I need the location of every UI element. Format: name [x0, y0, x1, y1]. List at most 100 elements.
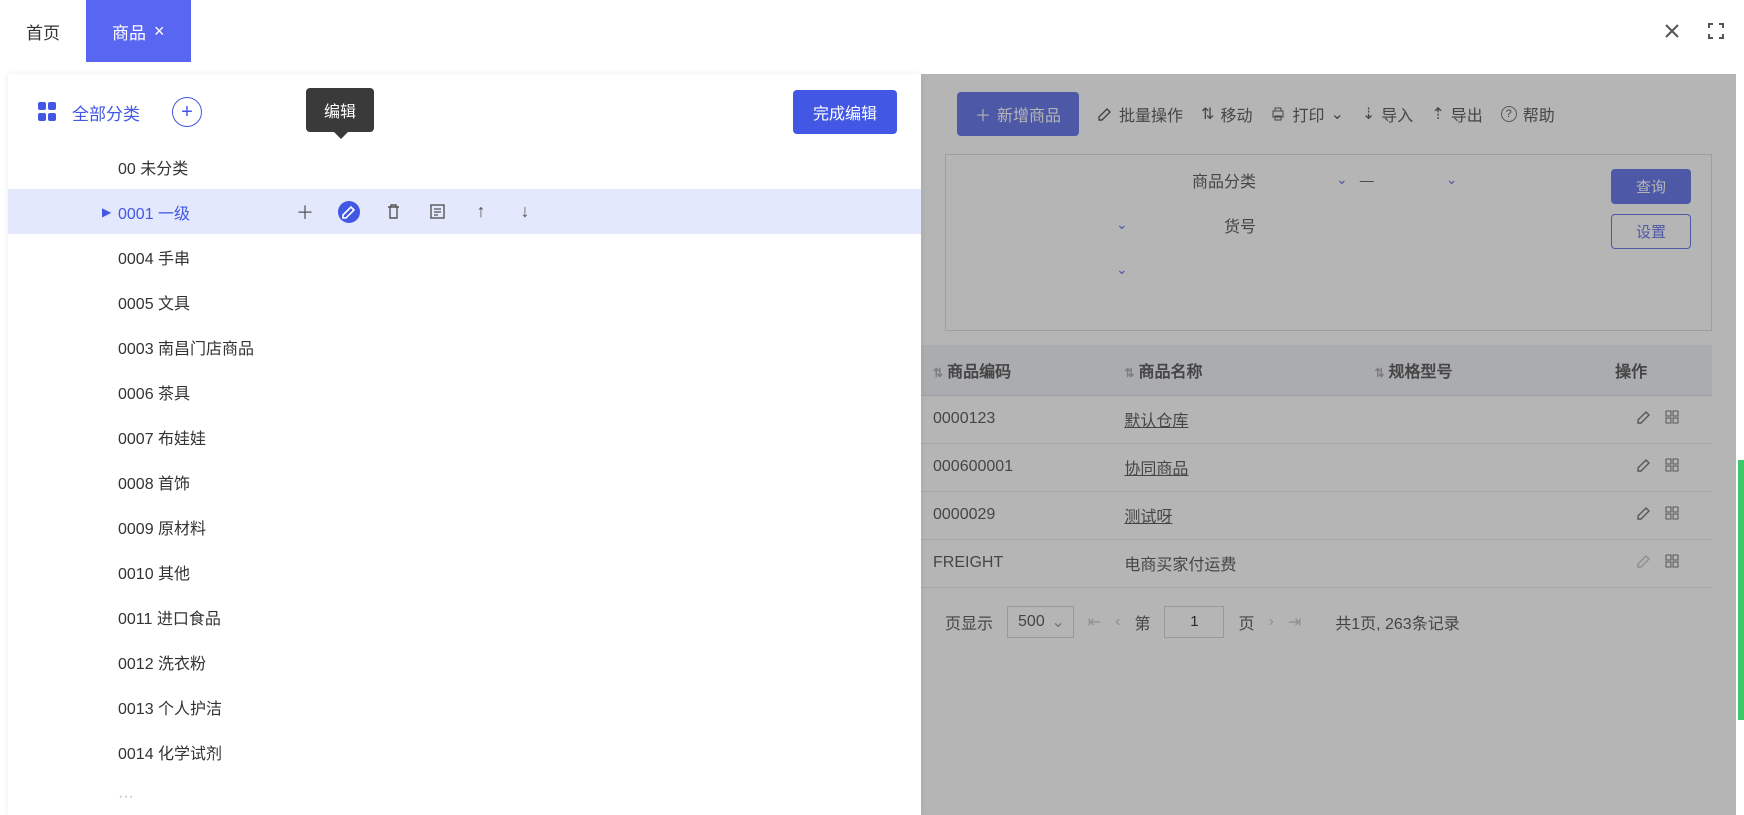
chevron-down-icon[interactable]: ⌄ — [1116, 261, 1128, 278]
toolbar-label: 移动 — [1220, 102, 1252, 126]
move-icon: ⇅ — [1201, 104, 1214, 124]
th-spec[interactable]: ⇅规格型号 — [1362, 345, 1550, 395]
print-button[interactable]: 打印 ⌄ — [1270, 102, 1343, 126]
toolbar-label: 批量操作 — [1119, 102, 1183, 126]
batch-operate-button[interactable]: 批量操作 — [1097, 102, 1183, 126]
category-item[interactable]: 0006 茶具 — [8, 369, 921, 414]
row-more-icon[interactable] — [1664, 553, 1680, 574]
cell-name: 协同商品 — [1112, 443, 1362, 491]
help-icon: ? — [1501, 106, 1517, 122]
edit-icon[interactable] — [338, 201, 360, 223]
category-item[interactable]: 00 未分类 — [8, 144, 921, 189]
category-item[interactable]: 0014 化学试剂 — [8, 729, 921, 774]
filter-label-itemno: 货号 — [1166, 213, 1266, 237]
chevron-down-icon: ⌄ — [1330, 104, 1343, 124]
product-name-text: 电商买家付运费 — [1124, 557, 1236, 574]
product-name-link[interactable]: 测试呀 — [1124, 509, 1172, 526]
product-name-link[interactable]: 默认仓库 — [1124, 413, 1188, 430]
row-edit-icon[interactable] — [1636, 553, 1652, 574]
category-item[interactable]: 0003 南昌门店商品 — [8, 324, 921, 369]
category-item[interactable]: 0012 洗衣粉 — [8, 639, 921, 684]
move-button[interactable]: ⇅ 移动 — [1201, 102, 1252, 126]
category-item[interactable]: 0008 首饰 — [8, 459, 921, 504]
import-button[interactable]: ⇣ 导入 — [1362, 102, 1413, 126]
product-table-wrap: ⇅商品编码 ⇅商品名称 ⇅规格型号 操作 0000123 默认仓库 00060000… — [921, 345, 1712, 588]
category-item-label: 0004 手串 — [118, 245, 190, 269]
product-page-background: ＋ 新增商品 批量操作 ⇅ 移动 打印 ⌄ ⇣ 导入 — [921, 74, 1736, 815]
fullscreen-button[interactable] — [1696, 11, 1736, 51]
last-page-icon[interactable]: ⇥ — [1288, 612, 1301, 632]
toolbar-label: 导出 — [1451, 102, 1483, 126]
row-edit-icon[interactable] — [1636, 457, 1652, 478]
cell-name: 默认仓库 — [1112, 395, 1362, 443]
tab-home-label: 首页 — [26, 19, 60, 44]
product-name-link[interactable]: 协同商品 — [1124, 461, 1188, 478]
table-row[interactable]: 000600001协同商品 — [921, 443, 1712, 491]
table-row[interactable]: FREIGHT电商买家付运费 — [921, 539, 1712, 587]
category-list[interactable]: 00 未分类 ▶ 0001 一级 ＋ ↑ ↓ — [8, 144, 921, 807]
move-down-icon[interactable]: ↓ — [514, 201, 536, 223]
filter-label-category: 商品分类 — [1166, 168, 1266, 192]
chevron-down-icon[interactable]: ⌄ — [1336, 171, 1348, 188]
toolbar-label: 导入 — [1381, 102, 1413, 126]
page-suffix: 页 — [1238, 610, 1254, 634]
row-edit-icon[interactable] — [1636, 409, 1652, 430]
move-up-icon[interactable]: ↑ — [470, 201, 492, 223]
category-item[interactable]: 0004 手串 — [8, 234, 921, 279]
chevron-down-icon[interactable]: ⌄ — [1116, 216, 1128, 233]
category-item[interactable]: 0009 原材料 — [8, 504, 921, 549]
row-more-icon[interactable] — [1664, 457, 1680, 478]
category-item-label: 0001 一级 — [118, 200, 190, 224]
table-row[interactable]: 0000123 默认仓库 — [921, 395, 1712, 443]
chevron-down-icon[interactable]: ⌄ — [1446, 171, 1458, 188]
first-page-icon[interactable]: ⇤ — [1088, 612, 1101, 632]
th-name[interactable]: ⇅商品名称 — [1112, 345, 1362, 395]
category-item[interactable]: 0005 文具 — [8, 279, 921, 324]
per-page-label: 页显示 — [945, 610, 993, 634]
close-all-tabs-button[interactable] — [1652, 11, 1692, 51]
tab-product-label: 商品 — [112, 19, 146, 44]
next-page-icon[interactable]: › — [1268, 613, 1273, 631]
sort-icon: ⇅ — [1374, 366, 1384, 380]
cell-name: 测试呀 — [1112, 491, 1362, 539]
close-icon[interactable]: × — [154, 22, 165, 40]
delete-icon[interactable] — [382, 201, 404, 223]
per-page-select[interactable]: 500 — [1007, 606, 1074, 638]
category-item[interactable]: 0007 布娃娃 — [8, 414, 921, 459]
th-code[interactable]: ⇅商品编码 — [921, 345, 1112, 395]
merge-icon[interactable] — [426, 201, 448, 223]
row-edit-icon[interactable] — [1636, 505, 1652, 526]
expand-icon[interactable]: ▶ — [102, 205, 111, 219]
add-child-icon[interactable]: ＋ — [294, 201, 316, 223]
category-item[interactable]: 0010 其他 — [8, 549, 921, 594]
category-item[interactable]: ▶ 0001 一级 ＋ ↑ ↓ — [8, 189, 921, 234]
category-item[interactable]: ··· — [8, 774, 921, 807]
cell-code: 0000123 — [921, 395, 1112, 443]
page-input[interactable] — [1164, 606, 1224, 638]
tab-home[interactable]: 首页 — [0, 0, 86, 62]
add-category-button[interactable]: + — [172, 97, 202, 127]
category-item[interactable]: 0011 进口食品 — [8, 594, 921, 639]
cell-code: 0000029 — [921, 491, 1112, 539]
finish-edit-button[interactable]: 完成编辑 — [793, 90, 897, 134]
product-toolbar: ＋ 新增商品 批量操作 ⇅ 移动 打印 ⌄ ⇣ 导入 — [921, 74, 1736, 146]
row-more-icon[interactable] — [1664, 505, 1680, 526]
add-product-button[interactable]: ＋ 新增商品 — [957, 92, 1079, 136]
category-item-label: 0011 进口食品 — [118, 605, 221, 629]
category-item-label: ··· — [118, 788, 134, 806]
help-button[interactable]: ? 帮助 — [1501, 102, 1555, 126]
category-item[interactable]: 0013 个人护洁 — [8, 684, 921, 729]
category-panel-title[interactable]: 全部分类 — [72, 100, 140, 125]
row-more-icon[interactable] — [1664, 409, 1680, 430]
query-button[interactable]: 查询 — [1611, 169, 1691, 204]
cell-actions — [1550, 539, 1712, 587]
export-button[interactable]: ⇡ 导出 — [1431, 102, 1482, 126]
th-label: 操作 — [1615, 364, 1647, 381]
tab-product[interactable]: 商品 × — [86, 0, 191, 62]
import-icon: ⇣ — [1362, 104, 1375, 124]
table-row[interactable]: 0000029 测试呀 — [921, 491, 1712, 539]
page-summary: 共1页, 263条记录 — [1335, 610, 1460, 634]
settings-button[interactable]: 设置 — [1611, 214, 1691, 249]
prev-page-icon[interactable]: ‹ — [1115, 613, 1120, 631]
category-panel-header: 全部分类 + 完成编辑 — [8, 90, 921, 144]
